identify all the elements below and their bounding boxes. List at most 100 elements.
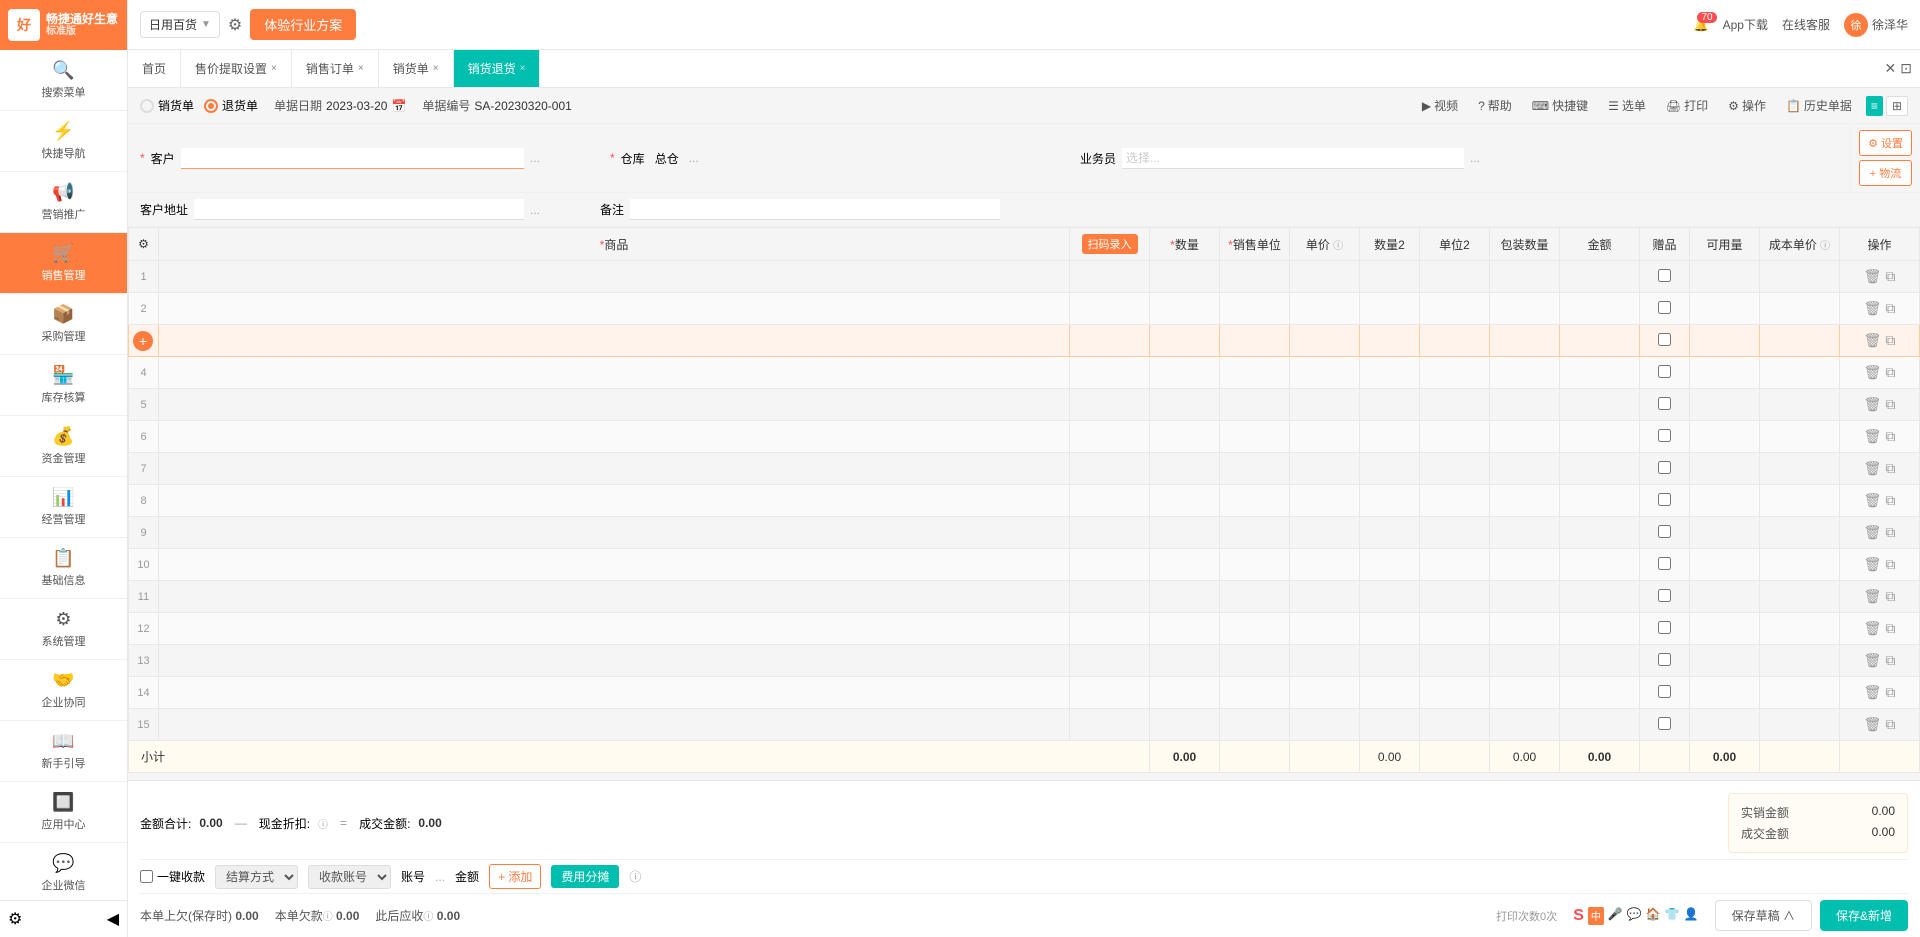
tab-sales[interactable]: 销货单 × bbox=[379, 50, 454, 87]
add-row-btn[interactable]: + bbox=[133, 331, 153, 351]
product-cell[interactable] bbox=[159, 261, 1070, 293]
video-btn[interactable]: ▶ 视频 bbox=[1416, 94, 1464, 117]
sidebar-item-finance[interactable]: 💰 资金管理 bbox=[0, 416, 127, 477]
copy-row-btn[interactable]: ⧉ bbox=[1885, 588, 1895, 605]
gift-checkbox[interactable] bbox=[1658, 397, 1671, 410]
print-btn[interactable]: 🖨 打印 bbox=[1660, 94, 1714, 117]
gift-checkbox[interactable] bbox=[1658, 685, 1671, 698]
history-btn[interactable]: 📋 历史单据 bbox=[1780, 94, 1858, 117]
radio-return[interactable]: 退货单 bbox=[204, 97, 258, 114]
remark-input[interactable] bbox=[630, 199, 1000, 220]
list-view-btn[interactable]: ≡ bbox=[1866, 96, 1883, 116]
copy-row-btn[interactable]: ⧉ bbox=[1885, 556, 1895, 573]
product-input-active[interactable] bbox=[163, 334, 1065, 348]
help-btn[interactable]: ? 帮助 bbox=[1472, 94, 1518, 117]
gift-checkbox[interactable] bbox=[1658, 525, 1671, 538]
app-download-link[interactable]: App下载 bbox=[1723, 16, 1768, 33]
gift-checkbox[interactable] bbox=[1658, 557, 1671, 570]
col-settings[interactable]: ⚙ bbox=[129, 228, 159, 261]
gift-checkbox[interactable] bbox=[1658, 621, 1671, 634]
settings-side-btn[interactable]: ⚙ 设置 bbox=[1859, 130, 1912, 156]
address-picker[interactable]: ... bbox=[530, 203, 540, 217]
delete-row-btn[interactable]: 🗑 bbox=[1864, 524, 1882, 541]
delete-row-btn[interactable]: 🗑 bbox=[1864, 684, 1882, 701]
delete-row-btn[interactable]: 🗑 bbox=[1864, 428, 1882, 445]
save-new-btn[interactable]: 保存&新增 bbox=[1820, 900, 1908, 931]
sidebar-item-apps[interactable]: 🔲 应用中心 bbox=[0, 782, 127, 843]
copy-row-btn[interactable]: ⧉ bbox=[1885, 620, 1895, 637]
radio-sales[interactable]: 销货单 bbox=[140, 97, 194, 114]
customer-picker[interactable]: ... bbox=[530, 151, 540, 165]
delete-row-btn[interactable]: 🗑 bbox=[1864, 364, 1882, 381]
gift-checkbox[interactable] bbox=[1658, 493, 1671, 506]
tab-price-settings[interactable]: 售价提取设置 × bbox=[181, 50, 292, 87]
home-icon[interactable]: 🏠 bbox=[1646, 907, 1661, 925]
delete-row-btn[interactable]: 🗑 bbox=[1864, 716, 1882, 733]
account-picker[interactable]: ... bbox=[435, 870, 445, 884]
scan-btn[interactable]: 扫码录入 bbox=[1082, 234, 1138, 254]
settings-icon[interactable]: ⚙ bbox=[8, 909, 22, 929]
delete-row-btn[interactable]: 🗑 bbox=[1864, 588, 1882, 605]
gift-checkbox[interactable] bbox=[1658, 365, 1671, 378]
collapse-icon[interactable]: ◀ bbox=[107, 909, 119, 929]
user-menu[interactable]: 徐 徐泽华 bbox=[1844, 13, 1908, 37]
gift-checkbox[interactable] bbox=[1658, 589, 1671, 602]
sidebar-item-search[interactable]: 🔍 搜索菜单 bbox=[0, 50, 127, 111]
settlement-select[interactable]: 结算方式 bbox=[215, 865, 298, 889]
mic-icon[interactable]: 🎤 bbox=[1608, 907, 1623, 925]
tab-close-icon[interactable]: × bbox=[358, 63, 364, 74]
grid-view-btn[interactable]: ⊞ bbox=[1886, 96, 1908, 116]
gift-checkbox-active[interactable] bbox=[1658, 333, 1671, 346]
tab-close-icon[interactable]: × bbox=[271, 63, 277, 74]
delete-row-btn[interactable]: 🗑 bbox=[1864, 652, 1882, 669]
copy-row-btn[interactable]: ⧉ bbox=[1885, 300, 1895, 317]
shortcut-btn[interactable]: ⌨ 快捷键 bbox=[1526, 94, 1594, 117]
sidebar-item-enterprise[interactable]: 🤝 企业协同 bbox=[0, 660, 127, 721]
salesperson-picker[interactable]: ... bbox=[1470, 151, 1480, 165]
delete-row-btn[interactable]: 🗑 bbox=[1864, 492, 1882, 509]
copy-row-btn[interactable]: ⧉ bbox=[1885, 716, 1895, 733]
tab-close-icon[interactable]: × bbox=[433, 63, 439, 74]
quick-pay-checkbox[interactable] bbox=[140, 870, 153, 883]
trial-plan-button[interactable]: 体验行业方案 bbox=[250, 9, 356, 40]
delete-row-btn[interactable]: 🗑 bbox=[1864, 300, 1882, 317]
sidebar-item-system[interactable]: ⚙ 系统管理 bbox=[0, 599, 127, 660]
sidebar-item-wechat[interactable]: 💬 企业微信 bbox=[0, 843, 127, 900]
gift-checkbox[interactable] bbox=[1658, 653, 1671, 666]
copy-row-btn[interactable]: ⧉ bbox=[1885, 364, 1895, 381]
copy-row-btn[interactable]: ⧉ bbox=[1885, 332, 1895, 349]
sidebar-item-sales[interactable]: 🛒 销售管理 bbox=[0, 233, 127, 294]
sidebar-item-basic[interactable]: 📋 基础信息 bbox=[0, 538, 127, 599]
tab-sales-return[interactable]: 销货退货 × bbox=[454, 50, 541, 87]
delete-row-btn[interactable]: 🗑 bbox=[1864, 460, 1882, 477]
gift-checkbox[interactable] bbox=[1658, 301, 1671, 314]
cost-split-btn[interactable]: 费用分摊 bbox=[551, 865, 619, 888]
gift-checkbox[interactable] bbox=[1658, 461, 1671, 474]
col-scan[interactable]: 扫码录入 bbox=[1070, 228, 1150, 261]
tab-home[interactable]: 首页 bbox=[128, 50, 181, 87]
online-service-link[interactable]: 在线客服 bbox=[1782, 16, 1830, 33]
copy-row-btn[interactable]: ⧉ bbox=[1885, 268, 1895, 285]
notification-bell[interactable]: 🔔 70 bbox=[1694, 18, 1709, 32]
copy-row-btn[interactable]: ⧉ bbox=[1885, 428, 1895, 445]
tab-sales-order[interactable]: 销售订单 × bbox=[292, 50, 379, 87]
operation-btn[interactable]: ⚙ 操作 bbox=[1722, 94, 1772, 117]
delete-row-btn[interactable]: 🗑 bbox=[1864, 332, 1882, 349]
user-icon[interactable]: 👤 bbox=[1684, 907, 1699, 925]
close-tab-button[interactable]: ✕ bbox=[1885, 60, 1897, 77]
tab-close-icon[interactable]: × bbox=[520, 63, 526, 74]
chat-icon[interactable]: 💬 bbox=[1627, 907, 1642, 925]
delete-row-btn[interactable]: 🗑 bbox=[1864, 396, 1882, 413]
sidebar-item-shortcuts[interactable]: ⚡ 快捷导航 bbox=[0, 111, 127, 172]
select-btn[interactable]: ☰ 选单 bbox=[1602, 94, 1652, 117]
copy-row-btn[interactable]: ⧉ bbox=[1885, 460, 1895, 477]
gift-checkbox[interactable] bbox=[1658, 429, 1671, 442]
copy-row-btn[interactable]: ⧉ bbox=[1885, 524, 1895, 541]
copy-row-btn[interactable]: ⧉ bbox=[1885, 652, 1895, 669]
maximize-tab-button[interactable]: ⊡ bbox=[1900, 60, 1912, 77]
sidebar-item-guide[interactable]: 📖 新手引导 bbox=[0, 721, 127, 782]
copy-row-btn[interactable]: ⧉ bbox=[1885, 684, 1895, 701]
sidebar-item-inventory[interactable]: 🏪 库存核算 bbox=[0, 355, 127, 416]
gift-checkbox[interactable] bbox=[1658, 269, 1671, 282]
sidebar-item-purchase[interactable]: 📦 采购管理 bbox=[0, 294, 127, 355]
